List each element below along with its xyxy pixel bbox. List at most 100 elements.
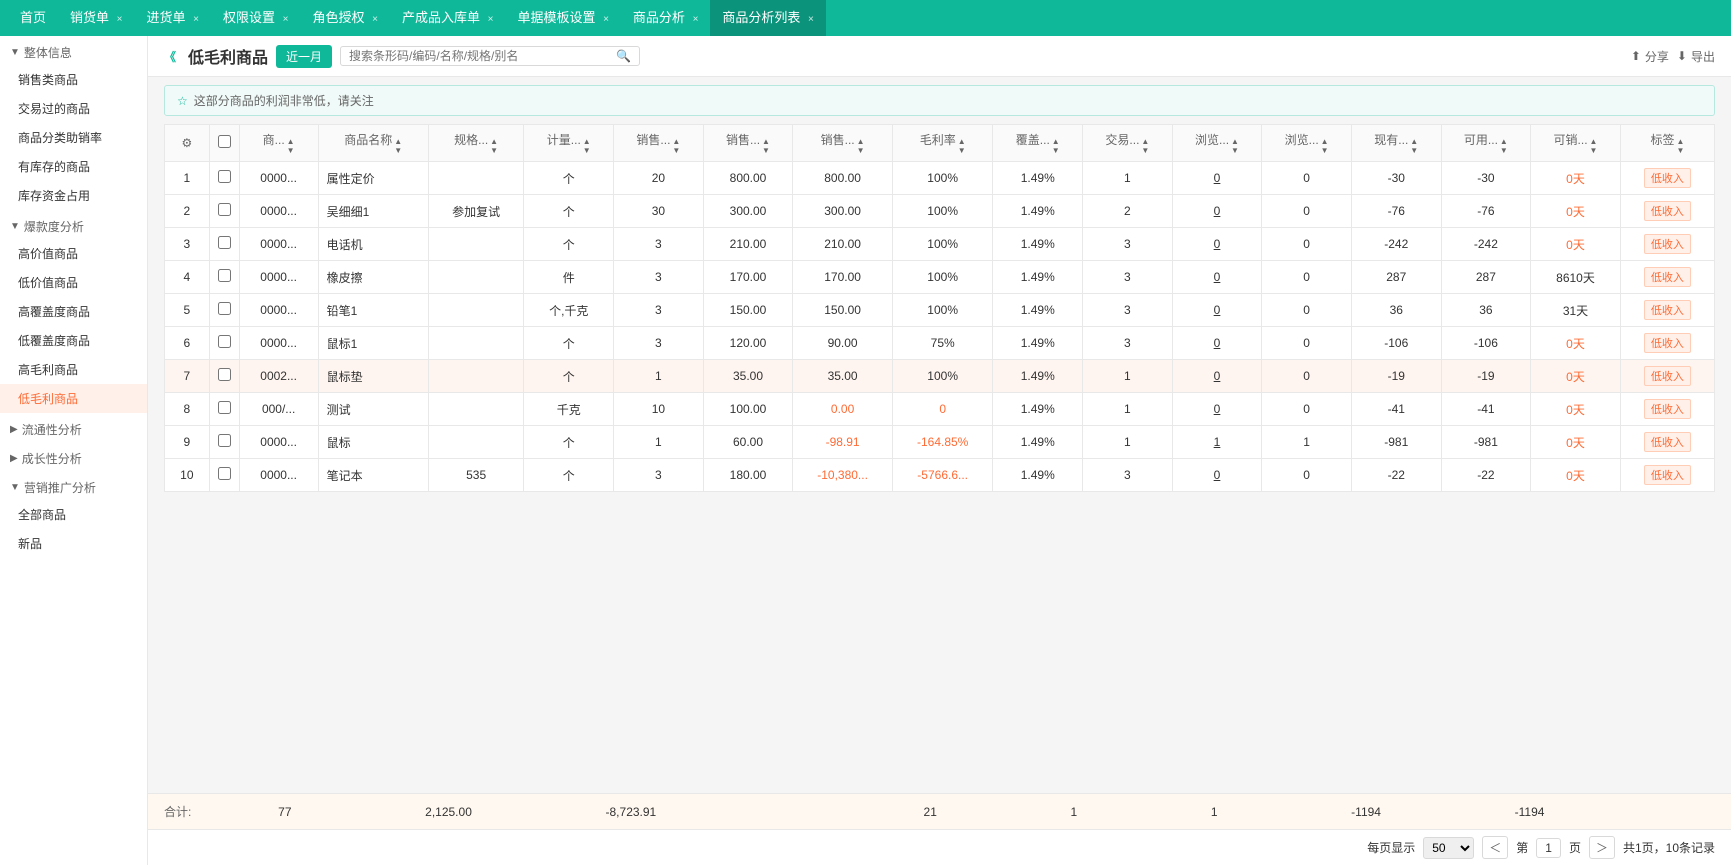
col-gross-margin[interactable]: 毛利率▲▼ <box>892 125 993 162</box>
row-views1[interactable]: 0 <box>1172 162 1262 195</box>
sidebar-item-low-value[interactable]: 低价值商品 <box>0 268 147 297</box>
row-select-checkbox[interactable] <box>218 302 231 315</box>
row-sales-amount: 100.00 <box>703 393 793 426</box>
row-views1[interactable]: 0 <box>1172 195 1262 228</box>
row-checkbox[interactable] <box>209 195 239 228</box>
row-views1[interactable]: 0 <box>1172 360 1262 393</box>
nav-item-roles[interactable]: 角色授权 × <box>300 0 389 36</box>
row-select-checkbox[interactable] <box>218 467 231 480</box>
row-checkbox[interactable] <box>209 459 239 492</box>
nav-close-permissions[interactable]: × <box>283 14 289 25</box>
row-no: 2 <box>165 195 210 228</box>
sidebar-group-growth[interactable]: ▶ 成长性分析 <box>0 442 147 471</box>
sidebar-group-overall[interactable]: ▼ 整体信息 <box>0 36 147 65</box>
nav-item-products[interactable]: 产成品入库单 × <box>390 0 505 36</box>
row-views1[interactable]: 0 <box>1172 327 1262 360</box>
nav-close-sales[interactable]: × <box>117 14 123 25</box>
row-select-checkbox[interactable] <box>218 401 231 414</box>
sidebar-item-stock-capital[interactable]: 库存资金占用 <box>0 181 147 210</box>
row-checkbox[interactable] <box>209 162 239 195</box>
sidebar-item-all-products[interactable]: 全部商品 <box>0 500 147 529</box>
row-checkbox[interactable] <box>209 393 239 426</box>
col-product-name[interactable]: 商品名称▲▼ <box>318 125 428 162</box>
nav-item-home[interactable]: 首页 <box>8 0 58 36</box>
row-tag: 低收入 <box>1620 294 1714 327</box>
sidebar-item-traded-products[interactable]: 交易过的商品 <box>0 94 147 123</box>
row-select-checkbox[interactable] <box>218 335 231 348</box>
nav-close-analysis[interactable]: × <box>693 14 699 25</box>
sidebar-item-low-coverage[interactable]: 低覆盖度商品 <box>0 326 147 355</box>
col-unit[interactable]: 计量...▲▼ <box>524 125 614 162</box>
nav-item-analysis[interactable]: 商品分析 × <box>621 0 710 36</box>
col-available[interactable]: 可用...▲▼ <box>1441 125 1531 162</box>
row-checkbox[interactable] <box>209 294 239 327</box>
sidebar-item-low-margin[interactable]: 低毛利商品 <box>0 384 147 413</box>
export-button[interactable]: ⬇ 导出 <box>1677 48 1715 65</box>
sidebar-group-marketing[interactable]: ▼ 营销推广分析 <box>0 471 147 500</box>
prev-page-button[interactable]: ＜ <box>1482 836 1508 859</box>
row-select-checkbox[interactable] <box>218 434 231 447</box>
col-sales-profit[interactable]: 销售...▲▼ <box>793 125 893 162</box>
share-button[interactable]: ⬆ 分享 <box>1631 48 1669 65</box>
filter-recent-month-button[interactable]: 近一月 <box>276 45 332 68</box>
search-input[interactable] <box>349 49 616 63</box>
row-available: -19 <box>1441 360 1531 393</box>
row-checkbox[interactable] <box>209 327 239 360</box>
col-product-code[interactable]: 商...▲▼ <box>239 125 318 162</box>
nav-close-roles[interactable]: × <box>372 14 378 25</box>
col-sales-amount[interactable]: 销售...▲▼ <box>703 125 793 162</box>
col-sales-count[interactable]: 销售...▲▼ <box>614 125 704 162</box>
row-checkbox[interactable] <box>209 228 239 261</box>
sidebar-item-in-stock[interactable]: 有库存的商品 <box>0 152 147 181</box>
row-current-stock: -30 <box>1351 162 1441 195</box>
nav-close-analysis-list[interactable]: × <box>808 14 814 25</box>
col-sellable[interactable]: 可销...▲▼ <box>1531 125 1621 162</box>
sidebar-item-new-products[interactable]: 新品 <box>0 529 147 558</box>
nav-item-purchase[interactable]: 进货单 × <box>135 0 211 36</box>
sidebar-group-hot[interactable]: ▼ 爆款度分析 <box>0 210 147 239</box>
row-select-checkbox[interactable] <box>218 236 231 249</box>
row-checkbox[interactable] <box>209 261 239 294</box>
row-select-checkbox[interactable] <box>218 203 231 216</box>
col-views2[interactable]: 浏览...▲▼ <box>1262 125 1352 162</box>
row-select-checkbox[interactable] <box>218 269 231 282</box>
settings-column-header[interactable]: ⚙ <box>165 125 210 162</box>
row-views1[interactable]: 0 <box>1172 261 1262 294</box>
sidebar-item-high-margin[interactable]: 高毛利商品 <box>0 355 147 384</box>
col-tag[interactable]: 标签▲▼ <box>1620 125 1714 162</box>
per-page-select[interactable]: 50 20 100 <box>1423 837 1474 859</box>
row-sellable: 0天 <box>1531 327 1621 360</box>
nav-close-purchase[interactable]: × <box>193 14 199 25</box>
row-select-checkbox[interactable] <box>218 368 231 381</box>
sidebar-collapse-button[interactable]: 《 <box>164 48 176 65</box>
row-select-checkbox[interactable] <box>218 170 231 183</box>
nav-item-sales[interactable]: 销货单 × <box>58 0 134 36</box>
row-checkbox[interactable] <box>209 426 239 459</box>
row-views1[interactable]: 1 <box>1172 426 1262 459</box>
nav-item-permissions[interactable]: 权限设置 × <box>211 0 300 36</box>
row-views1[interactable]: 0 <box>1172 393 1262 426</box>
next-page-button[interactable]: ＞ <box>1589 836 1615 859</box>
nav-close-templates[interactable]: × <box>603 14 609 25</box>
search-icon[interactable]: 🔍 <box>616 49 631 63</box>
row-checkbox[interactable] <box>209 360 239 393</box>
sidebar-item-category-rate[interactable]: 商品分类助销率 <box>0 123 147 152</box>
sidebar-item-sales-products[interactable]: 销售类商品 <box>0 65 147 94</box>
col-transactions[interactable]: 交易...▲▼ <box>1083 125 1173 162</box>
col-views1[interactable]: 浏览...▲▼ <box>1172 125 1262 162</box>
col-spec[interactable]: 规格...▲▼ <box>428 125 524 162</box>
col-current-stock[interactable]: 现有...▲▼ <box>1351 125 1441 162</box>
sidebar-item-high-value[interactable]: 高价值商品 <box>0 239 147 268</box>
nav-close-products[interactable]: × <box>488 14 494 25</box>
col-coverage[interactable]: 覆盖...▲▼ <box>993 125 1083 162</box>
row-views1[interactable]: 0 <box>1172 294 1262 327</box>
settings-icon[interactable]: ⚙ <box>181 136 192 150</box>
row-views1[interactable]: 0 <box>1172 228 1262 261</box>
row-views1[interactable]: 0 <box>1172 459 1262 492</box>
sidebar-group-flow[interactable]: ▶ 流通性分析 <box>0 413 147 442</box>
top-navigation: 首页 销货单 × 进货单 × 权限设置 × 角色授权 × 产成品入库单 × 单据… <box>0 0 1731 36</box>
nav-item-analysis-list[interactable]: 商品分析列表 × <box>710 0 825 36</box>
select-all-checkbox[interactable] <box>218 135 231 148</box>
sidebar-item-high-coverage[interactable]: 高覆盖度商品 <box>0 297 147 326</box>
nav-item-templates[interactable]: 单据模板设置 × <box>505 0 620 36</box>
